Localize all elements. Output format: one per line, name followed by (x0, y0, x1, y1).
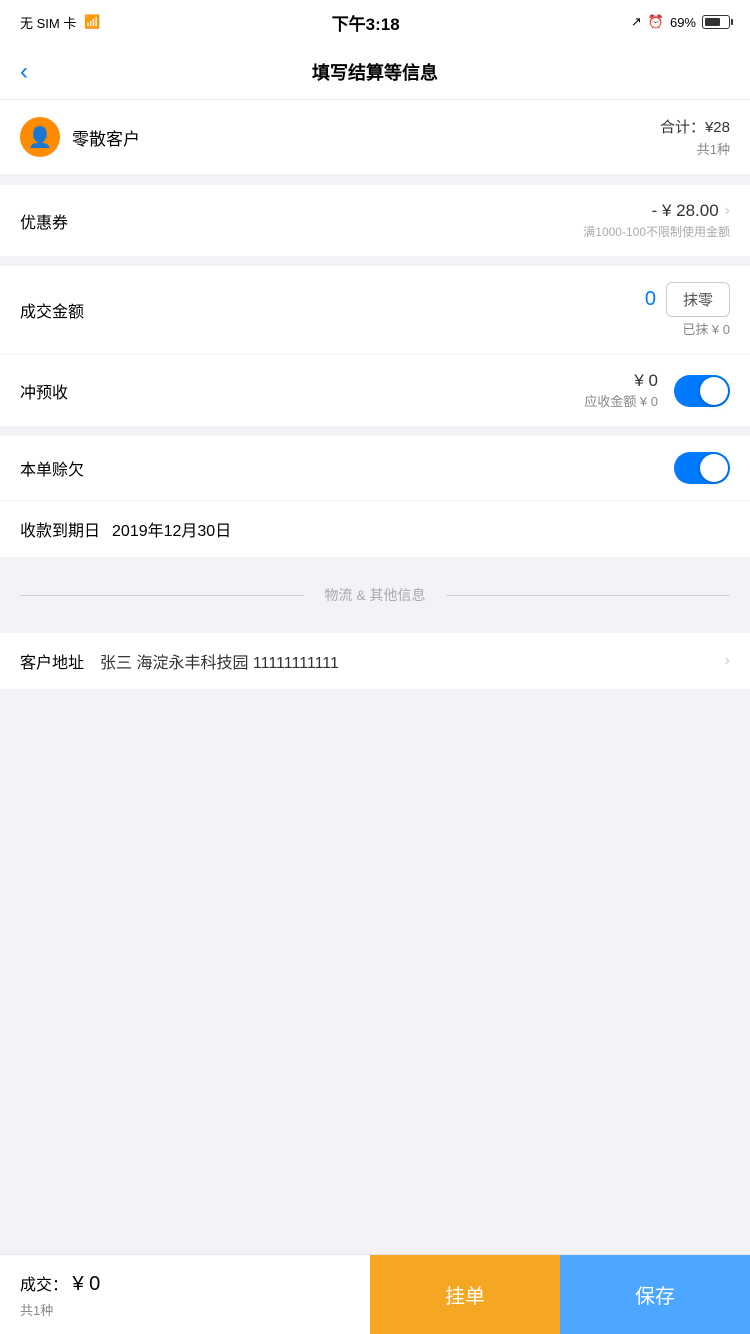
bottom-count: 共1种 (20, 1300, 350, 1319)
coupon-sub: 满1000-100不限制使用金额 (583, 223, 730, 240)
bottom-summary: 成交： ¥ 0 共1种 (0, 1271, 370, 1319)
address-label: 客户地址 (20, 649, 84, 673)
coupon-value: - ¥ 28.00 (652, 201, 719, 221)
wifi-icon: 📶 (84, 14, 100, 30)
status-left: 无 SIM 卡 📶 (20, 13, 101, 32)
customer-name: 零散客户 (72, 125, 140, 150)
due-date-label: 收款到期日 (20, 517, 100, 541)
transaction-sub: 已抹 ¥ 0 (645, 319, 730, 338)
sim-text: 无 SIM 卡 (20, 13, 76, 32)
logistics-line-left (20, 595, 304, 596)
coupon-row[interactable]: 优惠券 - ¥ 28.00 › 满1000-100不限制使用金额 (0, 184, 750, 256)
debt-toggle-knob (700, 454, 728, 482)
round-button[interactable]: 抹零 (666, 282, 730, 317)
battery-icon (702, 15, 730, 29)
divider-3 (0, 557, 750, 567)
divider-4 (0, 689, 750, 699)
divider-2 (0, 426, 750, 436)
pre-receive-right: ¥ 0 应收金额 ¥ 0 (584, 371, 730, 410)
debt-label: 本单赊欠 (20, 456, 84, 480)
transaction-row: 成交金额 0 抹零 已抹 ¥ 0 (0, 266, 750, 354)
alarm-icon: ⏰ (648, 14, 664, 30)
due-date-row: 收款到期日 2019年12月30日 (0, 500, 750, 557)
logistics-line-right (446, 595, 730, 596)
avatar-icon: 👤 (28, 125, 53, 150)
transaction-amount: 0 (645, 288, 656, 311)
pre-receive-label: 冲预收 (20, 379, 68, 403)
coupon-label: 优惠券 (20, 209, 68, 233)
transaction-label: 成交金额 (20, 298, 84, 322)
nav-title: 填写结算等信息 (312, 59, 438, 85)
coupon-right: - ¥ 28.00 › 满1000-100不限制使用金额 (583, 201, 730, 240)
pre-receive-row: 冲预收 ¥ 0 应收金额 ¥ 0 (0, 354, 750, 426)
logistics-text: 物流 & 其他信息 (324, 585, 425, 605)
deal-label: 成交： (20, 1277, 68, 1294)
pre-receive-sub: 应收金额 ¥ 0 (584, 391, 658, 410)
status-right: ↗ ⏰ 69% (631, 14, 730, 30)
divider-1 (0, 256, 750, 266)
nav-bar: ‹ 填写结算等信息 (0, 44, 750, 100)
debt-row: 本单赊欠 (0, 436, 750, 500)
coupon-chevron-icon: › (725, 202, 730, 220)
pending-button[interactable]: 挂单 (370, 1255, 560, 1334)
address-value: 张三 海淀永丰科技园 11111111111 (100, 649, 709, 673)
battery-percent: 69% (670, 15, 696, 30)
status-bar: 无 SIM 卡 📶 下午3:18 ↗ ⏰ 69% (0, 0, 750, 44)
deal-amount: ¥ 0 (72, 1273, 100, 1295)
pre-receive-amount: ¥ 0 (584, 371, 658, 391)
customer-avatar: 👤 (20, 117, 60, 157)
bottom-bar: 成交： ¥ 0 共1种 挂单 保存 (0, 1254, 750, 1334)
customer-row: 👤 零散客户 合计：¥28 共1种 (0, 100, 750, 174)
address-row[interactable]: 客户地址 张三 海淀永丰科技园 11111111111 › (0, 633, 750, 689)
customer-info: 👤 零散客户 (20, 117, 140, 157)
save-button[interactable]: 保存 (560, 1255, 750, 1334)
customer-count: 共1种 (660, 139, 730, 158)
debt-toggle[interactable] (674, 452, 730, 484)
bottom-deal: 成交： ¥ 0 (20, 1271, 350, 1296)
status-time: 下午3:18 (332, 10, 400, 35)
pre-receive-toggle[interactable] (674, 375, 730, 407)
logistics-section: 物流 & 其他信息 (0, 567, 750, 623)
address-chevron-icon: › (725, 652, 730, 670)
transaction-right: 0 抹零 已抹 ¥ 0 (645, 282, 730, 338)
back-button[interactable]: ‹ (20, 50, 36, 94)
due-date-value: 2019年12月30日 (112, 517, 231, 541)
toggle-knob (700, 377, 728, 405)
customer-total: 合计：¥28 (660, 116, 730, 137)
location-icon: ↗ (631, 14, 642, 30)
customer-summary: 合计：¥28 共1种 (660, 116, 730, 158)
